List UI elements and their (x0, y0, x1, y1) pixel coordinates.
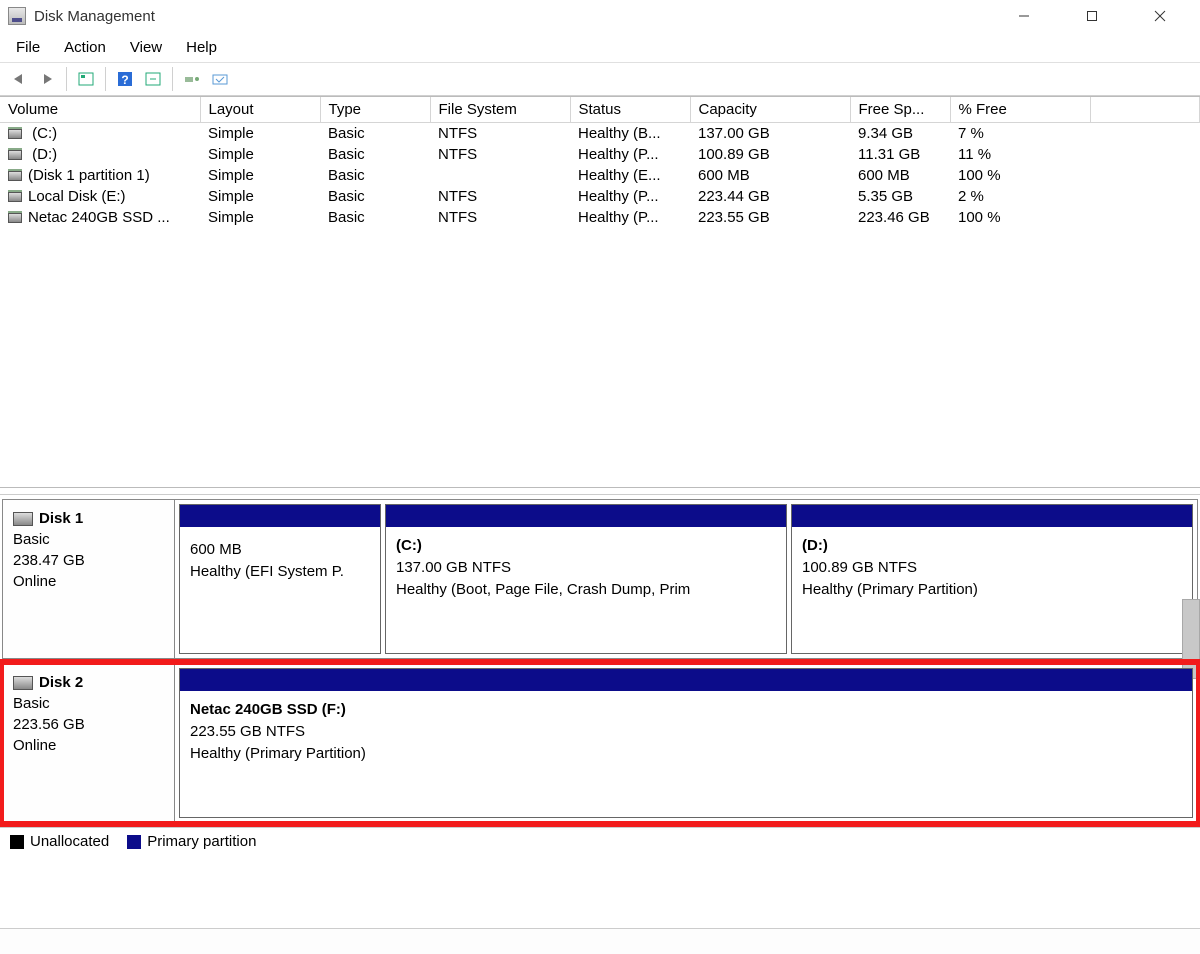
partition-stripe (792, 505, 1192, 527)
window-controls (1004, 2, 1192, 30)
column-header[interactable]: Free Sp... (850, 97, 950, 123)
partition-status: Healthy (Primary Partition) (802, 579, 1182, 601)
partition[interactable]: (D:)100.89 GB NTFSHealthy (Primary Parti… (791, 504, 1193, 654)
table-row[interactable]: Local Disk (E:)SimpleBasicNTFSHealthy (P… (0, 186, 1200, 207)
disk-icon (13, 512, 33, 526)
graphical-pane-wrapper: Disk 1Basic238.47 GBOnline600 MBHealthy … (0, 494, 1200, 854)
maximize-button[interactable] (1072, 2, 1112, 30)
legend-unallocated: Unallocated (10, 833, 109, 850)
toolbar-separator (172, 67, 173, 91)
partitions: Netac 240GB SSD (F:)223.55 GB NTFSHealth… (175, 664, 1197, 822)
forward-button[interactable] (34, 66, 60, 92)
partition-status: Healthy (Primary Partition) (190, 743, 1182, 765)
column-header[interactable] (1090, 97, 1200, 123)
window-title: Disk Management (34, 8, 155, 25)
partition-stripe (180, 669, 1192, 691)
disk-capacity: 223.56 GB (13, 714, 164, 735)
disk-icon (13, 676, 33, 690)
partition[interactable]: (C:)137.00 GB NTFSHealthy (Boot, Page Fi… (385, 504, 787, 654)
properties-button[interactable] (207, 66, 233, 92)
svg-text:?: ? (121, 73, 128, 87)
volume-list-pane[interactable]: VolumeLayoutTypeFile SystemStatusCapacit… (0, 96, 1200, 488)
menu-action[interactable]: Action (52, 35, 118, 60)
disk-capacity: 238.47 GB (13, 550, 164, 571)
minimize-button[interactable] (1004, 2, 1044, 30)
statusbar (0, 928, 1200, 954)
table-row[interactable]: (C:)SimpleBasicNTFSHealthy (B...137.00 G… (0, 123, 1200, 145)
toolbar-separator (105, 67, 106, 91)
partition-status: Healthy (EFI System P. (190, 561, 370, 583)
menu-help[interactable]: Help (174, 35, 229, 60)
disk-info[interactable]: Disk 2 Basic223.56 GBOnline (3, 664, 175, 822)
legend-swatch-blue (127, 835, 141, 849)
disk-row[interactable]: Disk 1Basic238.47 GBOnline600 MBHealthy … (2, 499, 1198, 659)
menu-view[interactable]: View (118, 35, 174, 60)
partition-stripe (386, 505, 786, 527)
volume-icon (8, 129, 22, 139)
volume-icon (8, 150, 22, 160)
menu-file[interactable]: File (4, 35, 52, 60)
partition-size: 600 MB (190, 539, 370, 561)
disk-type: Basic (13, 693, 164, 714)
volume-table[interactable]: VolumeLayoutTypeFile SystemStatusCapacit… (0, 97, 1200, 228)
partition-title: Netac 240GB SSD (F:) (190, 699, 1182, 721)
show-hide-tree-button[interactable] (73, 66, 99, 92)
disk-name: Disk 1 (39, 510, 83, 527)
volume-icon (8, 213, 22, 223)
column-header[interactable]: Layout (200, 97, 320, 123)
refresh-button[interactable] (140, 66, 166, 92)
table-row[interactable]: Netac 240GB SSD ...SimpleBasicNTFSHealth… (0, 207, 1200, 228)
partition[interactable]: Netac 240GB SSD (F:)223.55 GB NTFSHealth… (179, 668, 1193, 818)
app-icon (8, 7, 26, 25)
column-header[interactable]: Capacity (690, 97, 850, 123)
partition-title: (D:) (802, 535, 1182, 557)
partition-stripe (180, 505, 380, 527)
help-button[interactable]: ? (112, 66, 138, 92)
connect-button[interactable] (179, 66, 205, 92)
disk-info[interactable]: Disk 1 Basic238.47 GBOnline (3, 500, 175, 658)
close-button[interactable] (1140, 2, 1180, 30)
disk-row[interactable]: Disk 2 Basic223.56 GBOnline Netac 240GB SS… (2, 663, 1198, 823)
back-button[interactable] (6, 66, 32, 92)
partitions: 600 MBHealthy (EFI System P.(C:)137.00 G… (175, 500, 1197, 658)
legend-primary: Primary partition (127, 833, 256, 850)
disk-name: Disk 2 (39, 674, 83, 691)
column-header[interactable]: Type (320, 97, 430, 123)
partition-size: 137.00 GB NTFS (396, 557, 776, 579)
partition[interactable]: 600 MBHealthy (EFI System P. (179, 504, 381, 654)
disk-status: Online (13, 571, 164, 592)
column-header[interactable]: File System (430, 97, 570, 123)
table-row[interactable]: (D:)SimpleBasicNTFSHealthy (P...100.89 G… (0, 144, 1200, 165)
partition-size: 100.89 GB NTFS (802, 557, 1182, 579)
legend-swatch-black (10, 835, 24, 849)
titlebar: Disk Management (0, 0, 1200, 32)
partition-title: (C:) (396, 535, 776, 557)
disk-type: Basic (13, 529, 164, 550)
volume-icon (8, 192, 22, 202)
volume-icon (8, 171, 22, 181)
menubar: File Action View Help (0, 32, 1200, 62)
disk-status: Online (13, 735, 164, 756)
table-row[interactable]: (Disk 1 partition 1)SimpleBasicHealthy (… (0, 165, 1200, 186)
partition-status: Healthy (Boot, Page File, Crash Dump, Pr… (396, 579, 776, 601)
toolbar: ? (0, 62, 1200, 96)
column-header[interactable]: Status (570, 97, 690, 123)
disk-graphical-pane[interactable]: Disk 1Basic238.47 GBOnline600 MBHealthy … (0, 495, 1200, 827)
partition-size: 223.55 GB NTFS (190, 721, 1182, 743)
toolbar-separator (66, 67, 67, 91)
column-header[interactable]: Volume (0, 97, 200, 123)
legend: Unallocated Primary partition (0, 827, 1200, 855)
column-header[interactable]: % Free (950, 97, 1090, 123)
